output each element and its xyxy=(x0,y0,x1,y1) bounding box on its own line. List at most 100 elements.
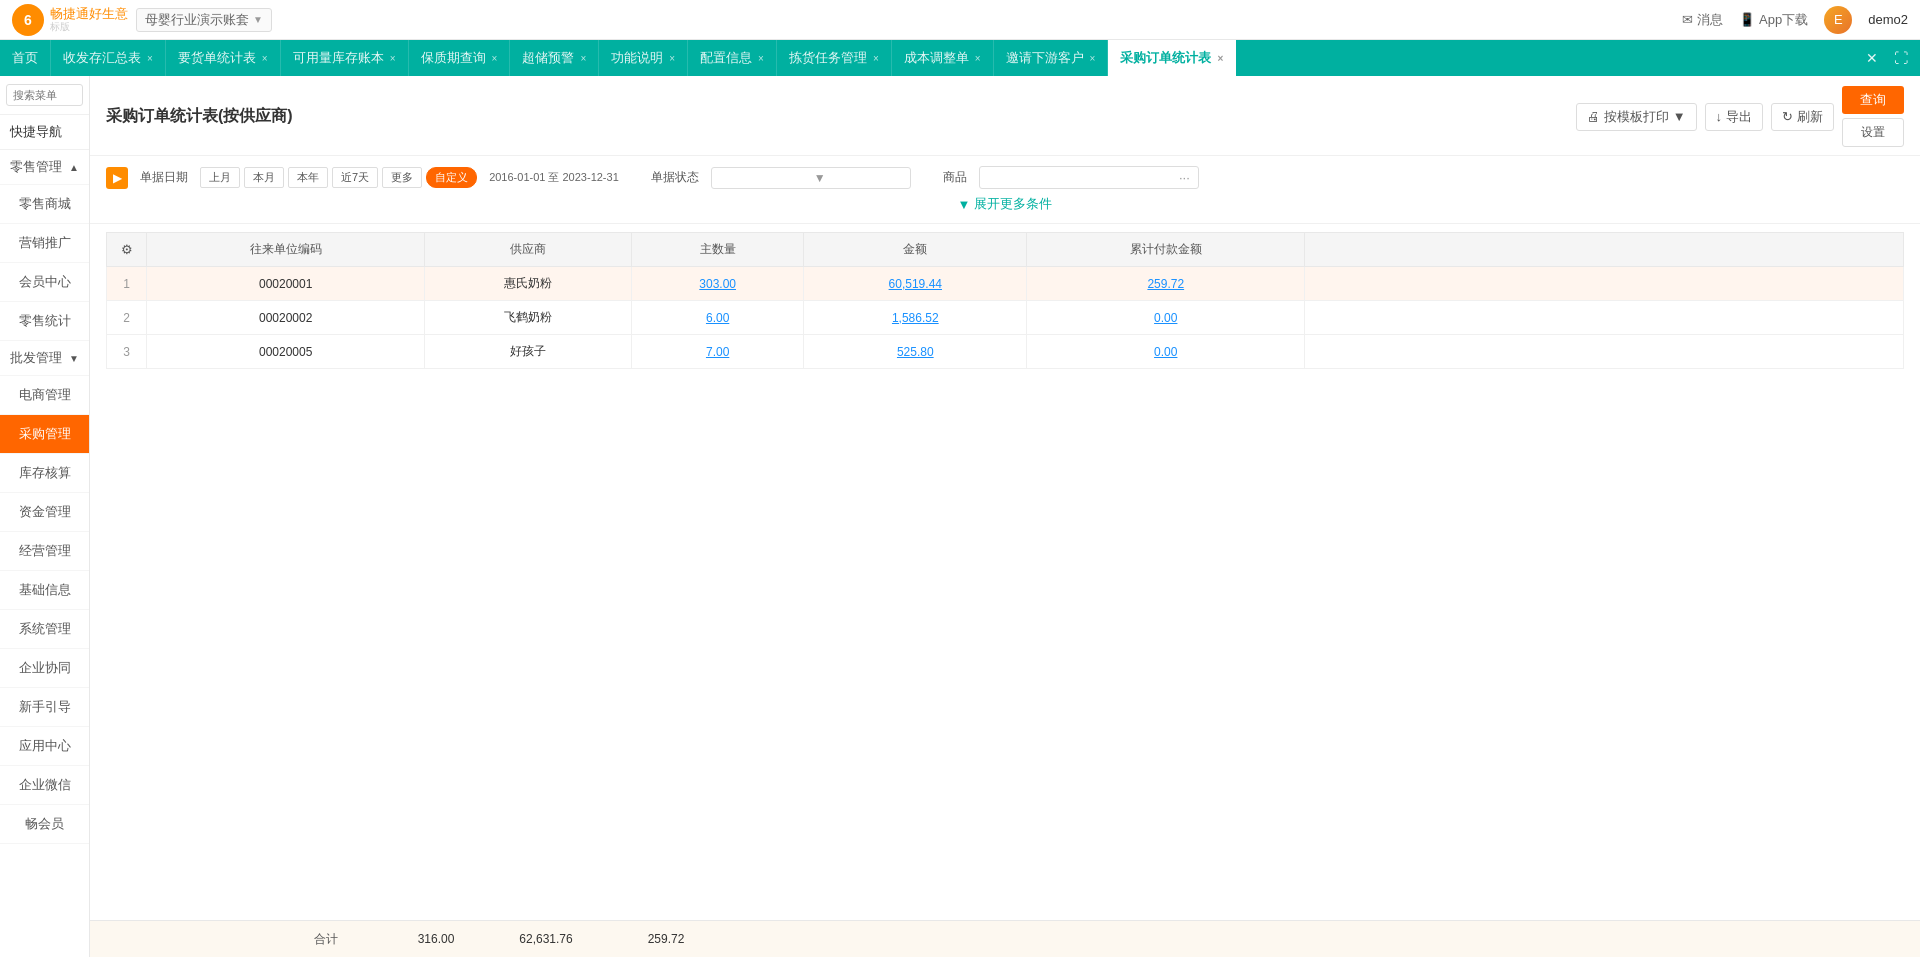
close-icon[interactable]: × xyxy=(975,53,981,64)
tab-kyldkc[interactable]: 可用量库存账本 × xyxy=(281,40,409,76)
close-icon[interactable]: × xyxy=(580,53,586,64)
username: demo2 xyxy=(1868,12,1908,27)
chevron-down-icon: ▼ xyxy=(1673,109,1686,124)
th-supplier: 供应商 xyxy=(425,233,631,267)
close-all-tabs-button[interactable]: ✕ xyxy=(1862,48,1882,68)
sidebar-item-marketing[interactable]: 营销推广 xyxy=(0,224,89,263)
setting-button[interactable]: 设置 xyxy=(1842,118,1904,147)
tab-ccy[interactable]: 超储预警 × xyxy=(510,40,599,76)
search-input[interactable] xyxy=(6,84,83,106)
sidebar-item-ecommerce[interactable]: 电商管理 xyxy=(0,376,89,415)
tab-cgdd[interactable]: 采购订单统计表 × xyxy=(1108,40,1236,76)
tab-home[interactable]: 首页 xyxy=(0,40,51,76)
cell-quantity[interactable]: 7.00 xyxy=(631,335,804,369)
cell-code: 00020001 xyxy=(147,267,425,301)
date-btn-last-month[interactable]: 上月 xyxy=(200,167,240,188)
sidebar-item-app-center[interactable]: 应用中心 xyxy=(0,727,89,766)
tab-jhgl[interactable]: 拣货任务管理 × xyxy=(777,40,892,76)
logo-area: 6 畅捷通好生意 标版 xyxy=(12,4,128,36)
cell-paid[interactable]: 259.72 xyxy=(1027,267,1305,301)
table-header-row: ⚙ 往来单位编码 供应商 主数量 金额 累计付款金额 xyxy=(107,233,1904,267)
cell-amount[interactable]: 525.80 xyxy=(804,335,1027,369)
print-button[interactable]: 🖨 按模板打印 ▼ xyxy=(1576,103,1697,131)
cell-supplier: 惠氏奶粉 xyxy=(425,267,631,301)
sidebar-item-enterprise[interactable]: 企业协同 xyxy=(0,649,89,688)
status-select[interactable]: ▼ xyxy=(711,167,911,189)
page-content: 采购订单统计表(按供应商) 🖨 按模板打印 ▼ ↓ 导出 ↻ xyxy=(90,76,1920,957)
cell-paid[interactable]: 0.00 xyxy=(1027,301,1305,335)
sidebar-item-shortcut[interactable]: 快捷导航 xyxy=(0,115,89,150)
date-btn-more[interactable]: 更多 xyxy=(382,167,422,188)
expand-more-button[interactable]: ▼ 展开更多条件 xyxy=(106,195,1904,213)
footer-paid: 259.72 xyxy=(606,932,726,946)
sidebar-item-newbie[interactable]: 新手引导 xyxy=(0,688,89,727)
th-quantity: 主数量 xyxy=(631,233,804,267)
date-btn-custom[interactable]: 自定义 xyxy=(426,167,477,188)
tab-yyxygk[interactable]: 邀请下游客户 × xyxy=(994,40,1109,76)
sidebar-item-retail-stat[interactable]: 零售统计 xyxy=(0,302,89,341)
sidebar-item-finance[interactable]: 资金管理 xyxy=(0,493,89,532)
app-download-button[interactable]: 📱 App下载 xyxy=(1739,11,1808,29)
cell-quantity[interactable]: 303.00 xyxy=(631,267,804,301)
sidebar-item-system[interactable]: 系统管理 xyxy=(0,610,89,649)
close-icon[interactable]: × xyxy=(669,53,675,64)
tab-home-label: 首页 xyxy=(12,49,38,67)
sidebar-item-member2[interactable]: 畅会员 xyxy=(0,805,89,844)
query-button[interactable]: 查询 xyxy=(1842,86,1904,114)
export-button[interactable]: ↓ 导出 xyxy=(1705,103,1764,131)
tab-bzq[interactable]: 保质期查询 × xyxy=(409,40,511,76)
page-header: 采购订单统计表(按供应商) 🖨 按模板打印 ▼ ↓ 导出 ↻ xyxy=(90,76,1920,156)
chevron-down-icon: ▼ xyxy=(253,14,263,25)
close-icon[interactable]: × xyxy=(492,53,498,64)
sidebar-item-retail-shop[interactable]: 零售商城 xyxy=(0,185,89,224)
tab-pzxx[interactable]: 配置信息 × xyxy=(688,40,777,76)
data-table: ⚙ 往来单位编码 供应商 主数量 金额 累计付款金额 1 00020001 xyxy=(106,232,1904,369)
print-icon: 🖨 xyxy=(1587,109,1600,124)
avatar[interactable]: E xyxy=(1824,6,1852,34)
date-range-text: 2016-01-01 至 2023-12-31 xyxy=(489,170,619,185)
cell-paid[interactable]: 0.00 xyxy=(1027,335,1305,369)
refresh-button[interactable]: ↻ 刷新 xyxy=(1771,103,1834,131)
download-icon: 📱 xyxy=(1739,12,1755,27)
date-btn-this-year[interactable]: 本年 xyxy=(288,167,328,188)
cell-quantity[interactable]: 6.00 xyxy=(631,301,804,335)
maximize-button[interactable]: ⛶ xyxy=(1890,48,1912,68)
date-btn-this-month[interactable]: 本月 xyxy=(244,167,284,188)
filter-area: ▶ 单据日期 上月 本月 本年 近7天 更多 自定义 2016-01-01 至 … xyxy=(90,156,1920,224)
close-icon[interactable]: × xyxy=(1217,53,1223,64)
sidebar-item-wechat[interactable]: 企业微信 xyxy=(0,766,89,805)
date-btn-7days[interactable]: 近7天 xyxy=(332,167,378,188)
close-icon[interactable]: × xyxy=(390,53,396,64)
tab-yhd[interactable]: 要货单统计表 × xyxy=(166,40,281,76)
close-icon[interactable]: × xyxy=(758,53,764,64)
sidebar-item-basic-info[interactable]: 基础信息 xyxy=(0,571,89,610)
logo-text: 畅捷通好生意 标版 xyxy=(50,6,128,34)
tab-sfs[interactable]: 收发存汇总表 × xyxy=(51,40,166,76)
cell-amount[interactable]: 1,586.52 xyxy=(804,301,1027,335)
goods-input[interactable] xyxy=(988,171,1175,185)
cell-amount[interactable]: 60,519.44 xyxy=(804,267,1027,301)
expand-icon: ▼ xyxy=(69,353,79,364)
sidebar-item-purchase[interactable]: 采购管理 xyxy=(0,415,89,454)
sidebar-item-inventory[interactable]: 库存核算 xyxy=(0,454,89,493)
filter-row-1: ▶ 单据日期 上月 本月 本年 近7天 更多 自定义 2016-01-01 至 … xyxy=(106,166,1904,189)
close-icon[interactable]: × xyxy=(1090,53,1096,64)
cell-supplier: 好孩子 xyxy=(425,335,631,369)
th-paid: 累计付款金额 xyxy=(1027,233,1305,267)
sidebar-item-member[interactable]: 会员中心 xyxy=(0,263,89,302)
close-icon[interactable]: × xyxy=(147,53,153,64)
sidebar-item-wholesale[interactable]: 批发管理 ▼ xyxy=(0,341,89,376)
expand-icon: ▼ xyxy=(958,197,971,212)
goods-input-wrap: ··· xyxy=(979,166,1199,189)
sidebar-item-retail-mgmt[interactable]: 零售管理 ▲ xyxy=(0,150,89,185)
message-button[interactable]: ✉ 消息 xyxy=(1682,11,1723,29)
close-icon[interactable]: × xyxy=(262,53,268,64)
filter-toggle-button[interactable]: ▶ xyxy=(106,167,128,189)
gear-icon: ⚙ xyxy=(121,242,133,257)
tab-cbtz[interactable]: 成本调整单 × xyxy=(892,40,994,76)
workspace-selector[interactable]: 母婴行业演示账套 ▼ xyxy=(136,8,272,32)
footer-summary-row: 合计 316.00 62,631.76 259.72 xyxy=(106,921,1904,957)
sidebar-item-operations[interactable]: 经营管理 xyxy=(0,532,89,571)
close-icon[interactable]: × xyxy=(873,53,879,64)
tab-gnsm[interactable]: 功能说明 × xyxy=(599,40,688,76)
